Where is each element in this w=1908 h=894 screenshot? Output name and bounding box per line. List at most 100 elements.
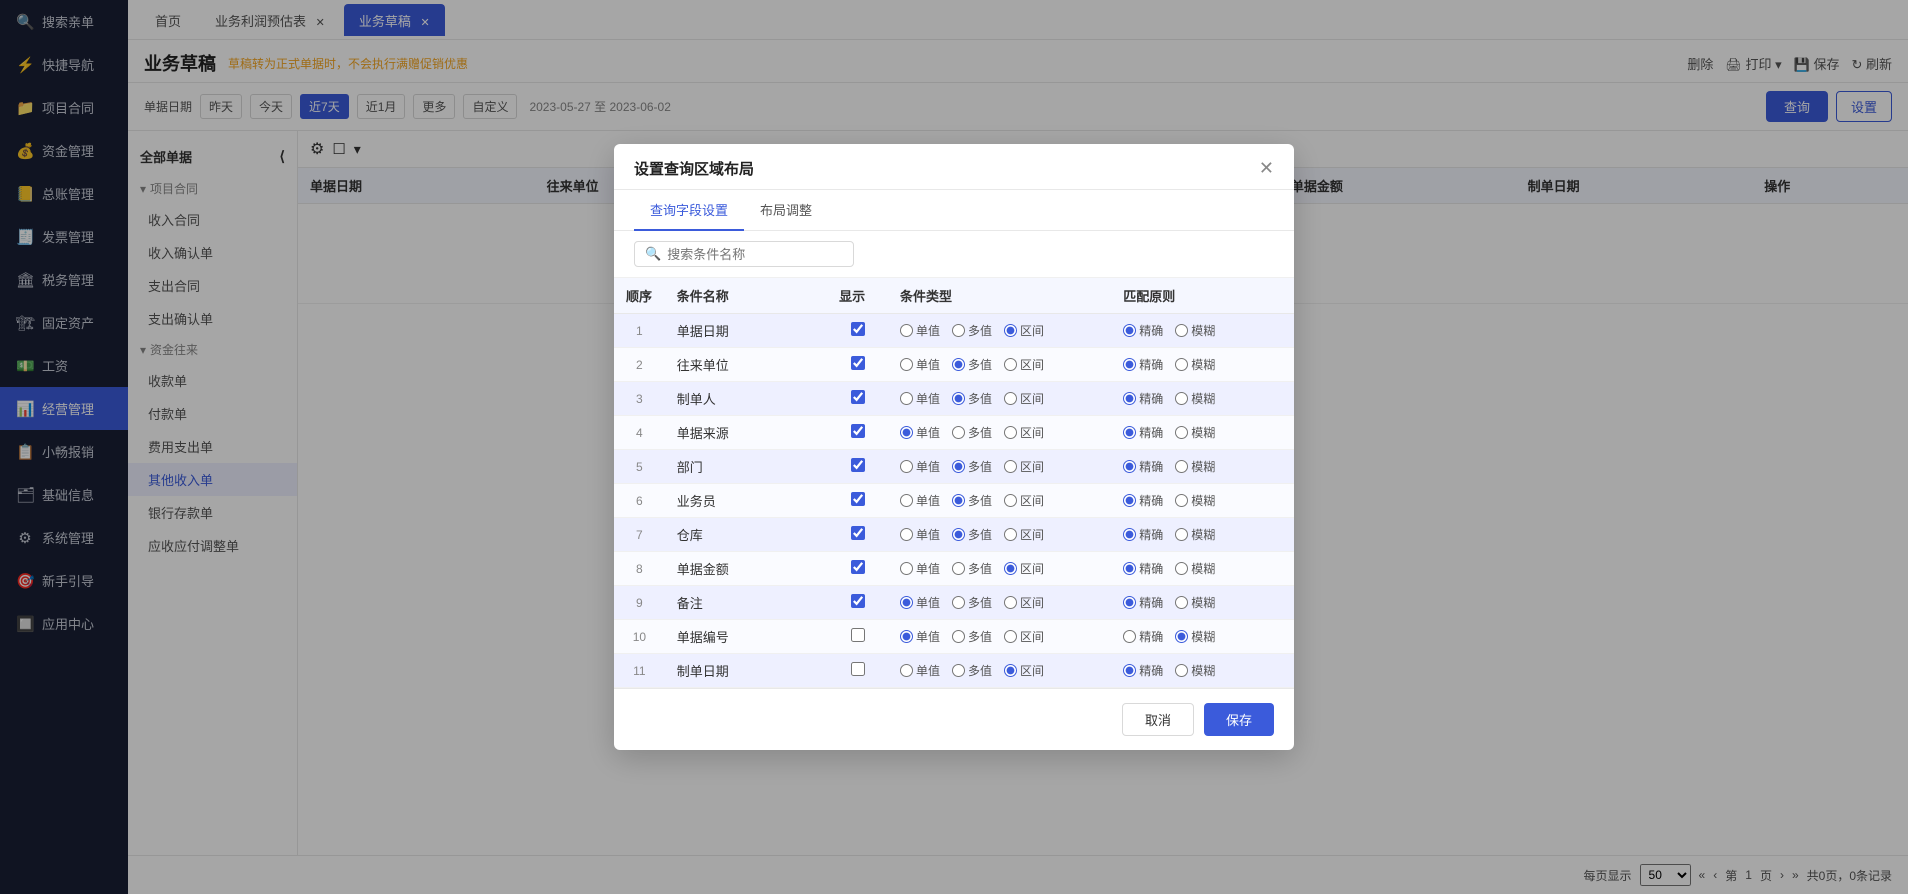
match-option-模糊[interactable]: 模糊 — [1175, 424, 1215, 441]
match-option-模糊[interactable]: 模糊 — [1175, 458, 1215, 475]
match-option-精确[interactable]: 精确 — [1123, 322, 1163, 339]
match-option-精确[interactable]: 精确 — [1123, 492, 1163, 509]
cell-show[interactable] — [827, 484, 888, 518]
dialog-close-button[interactable]: ✕ — [1259, 158, 1274, 179]
cell-name: 单据金额 — [665, 552, 827, 586]
tab-layout[interactable]: 布局调整 — [744, 190, 828, 231]
type-option-多值[interactable]: 多值 — [952, 662, 992, 679]
type-option-区间[interactable]: 区间 — [1004, 424, 1044, 441]
type-option-多值[interactable]: 多值 — [952, 526, 992, 543]
cell-order: 6 — [614, 484, 665, 518]
match-option-模糊[interactable]: 模糊 — [1175, 662, 1215, 679]
match-option-精确[interactable]: 精确 — [1123, 594, 1163, 611]
search-input-wrap: 🔍 — [634, 241, 854, 267]
type-option-区间[interactable]: 区间 — [1004, 526, 1044, 543]
match-option-模糊[interactable]: 模糊 — [1175, 322, 1215, 339]
search-input[interactable] — [667, 247, 843, 262]
match-option-模糊[interactable]: 模糊 — [1175, 390, 1215, 407]
cell-show[interactable] — [827, 450, 888, 484]
match-option-精确[interactable]: 精确 — [1123, 424, 1163, 441]
type-option-单值[interactable]: 单值 — [900, 390, 940, 407]
type-option-单值[interactable]: 单值 — [900, 560, 940, 577]
show-checkbox[interactable] — [851, 560, 865, 574]
type-option-单值[interactable]: 单值 — [900, 322, 940, 339]
type-option-多值[interactable]: 多值 — [952, 458, 992, 475]
cancel-button[interactable]: 取消 — [1122, 703, 1194, 736]
type-option-多值[interactable]: 多值 — [952, 322, 992, 339]
cell-show[interactable] — [827, 586, 888, 620]
show-checkbox[interactable] — [851, 628, 865, 642]
match-option-精确[interactable]: 精确 — [1123, 662, 1163, 679]
cell-show[interactable] — [827, 416, 888, 450]
th-show: 显示 — [827, 278, 888, 314]
type-option-多值[interactable]: 多值 — [952, 492, 992, 509]
dialog: 设置查询区域布局 ✕ 查询字段设置 布局调整 🔍 顺序 — [614, 144, 1294, 750]
dialog-search-area: 🔍 — [614, 231, 1294, 278]
type-option-区间[interactable]: 区间 — [1004, 492, 1044, 509]
type-option-多值[interactable]: 多值 — [952, 424, 992, 441]
type-option-区间[interactable]: 区间 — [1004, 356, 1044, 373]
type-option-多值[interactable]: 多值 — [952, 390, 992, 407]
show-checkbox[interactable] — [851, 390, 865, 404]
table-row: 4单据来源单值多值区间精确模糊 — [614, 416, 1294, 450]
match-option-模糊[interactable]: 模糊 — [1175, 628, 1215, 645]
type-option-区间[interactable]: 区间 — [1004, 594, 1044, 611]
type-option-单值[interactable]: 单值 — [900, 526, 940, 543]
cell-match: 精确模糊 — [1111, 620, 1294, 654]
match-option-模糊[interactable]: 模糊 — [1175, 594, 1215, 611]
cell-show[interactable] — [827, 518, 888, 552]
match-option-精确[interactable]: 精确 — [1123, 560, 1163, 577]
match-option-精确[interactable]: 精确 — [1123, 526, 1163, 543]
cell-show[interactable] — [827, 382, 888, 416]
type-option-区间[interactable]: 区间 — [1004, 628, 1044, 645]
type-option-区间[interactable]: 区间 — [1004, 560, 1044, 577]
type-option-区间[interactable]: 区间 — [1004, 458, 1044, 475]
type-option-多值[interactable]: 多值 — [952, 356, 992, 373]
show-checkbox[interactable] — [851, 356, 865, 370]
type-option-区间[interactable]: 区间 — [1004, 322, 1044, 339]
cell-show[interactable] — [827, 348, 888, 382]
cell-name: 仓库 — [665, 518, 827, 552]
match-option-模糊[interactable]: 模糊 — [1175, 526, 1215, 543]
cell-match: 精确模糊 — [1111, 382, 1294, 416]
match-option-精确[interactable]: 精确 — [1123, 628, 1163, 645]
save-button[interactable]: 保存 — [1204, 703, 1274, 736]
show-checkbox[interactable] — [851, 526, 865, 540]
cell-name: 单据编号 — [665, 620, 827, 654]
cell-show[interactable] — [827, 654, 888, 688]
type-option-多值[interactable]: 多值 — [952, 628, 992, 645]
type-option-区间[interactable]: 区间 — [1004, 390, 1044, 407]
table-row: 5部门单值多值区间精确模糊 — [614, 450, 1294, 484]
type-option-单值[interactable]: 单值 — [900, 662, 940, 679]
show-checkbox[interactable] — [851, 492, 865, 506]
type-option-多值[interactable]: 多值 — [952, 594, 992, 611]
cell-order: 8 — [614, 552, 665, 586]
show-checkbox[interactable] — [851, 322, 865, 336]
match-option-模糊[interactable]: 模糊 — [1175, 356, 1215, 373]
match-option-精确[interactable]: 精确 — [1123, 390, 1163, 407]
type-option-单值[interactable]: 单值 — [900, 492, 940, 509]
table-row: 2往来单位单值多值区间精确模糊 — [614, 348, 1294, 382]
show-checkbox[interactable] — [851, 458, 865, 472]
show-checkbox[interactable] — [851, 424, 865, 438]
cell-match: 精确模糊 — [1111, 450, 1294, 484]
match-option-精确[interactable]: 精确 — [1123, 356, 1163, 373]
match-option-精确[interactable]: 精确 — [1123, 458, 1163, 475]
type-option-多值[interactable]: 多值 — [952, 560, 992, 577]
match-option-模糊[interactable]: 模糊 — [1175, 492, 1215, 509]
cell-show[interactable] — [827, 620, 888, 654]
show-checkbox[interactable] — [851, 594, 865, 608]
type-option-单值[interactable]: 单值 — [900, 458, 940, 475]
type-option-单值[interactable]: 单值 — [900, 356, 940, 373]
cell-show[interactable] — [827, 552, 888, 586]
show-checkbox[interactable] — [851, 662, 865, 676]
tab-query-fields[interactable]: 查询字段设置 — [634, 190, 744, 231]
table-row: 7仓库单值多值区间精确模糊 — [614, 518, 1294, 552]
type-option-单值[interactable]: 单值 — [900, 594, 940, 611]
type-option-单值[interactable]: 单值 — [900, 628, 940, 645]
type-option-区间[interactable]: 区间 — [1004, 662, 1044, 679]
table-row: 1单据日期单值多值区间精确模糊 — [614, 314, 1294, 348]
type-option-单值[interactable]: 单值 — [900, 424, 940, 441]
match-option-模糊[interactable]: 模糊 — [1175, 560, 1215, 577]
cell-show[interactable] — [827, 314, 888, 348]
